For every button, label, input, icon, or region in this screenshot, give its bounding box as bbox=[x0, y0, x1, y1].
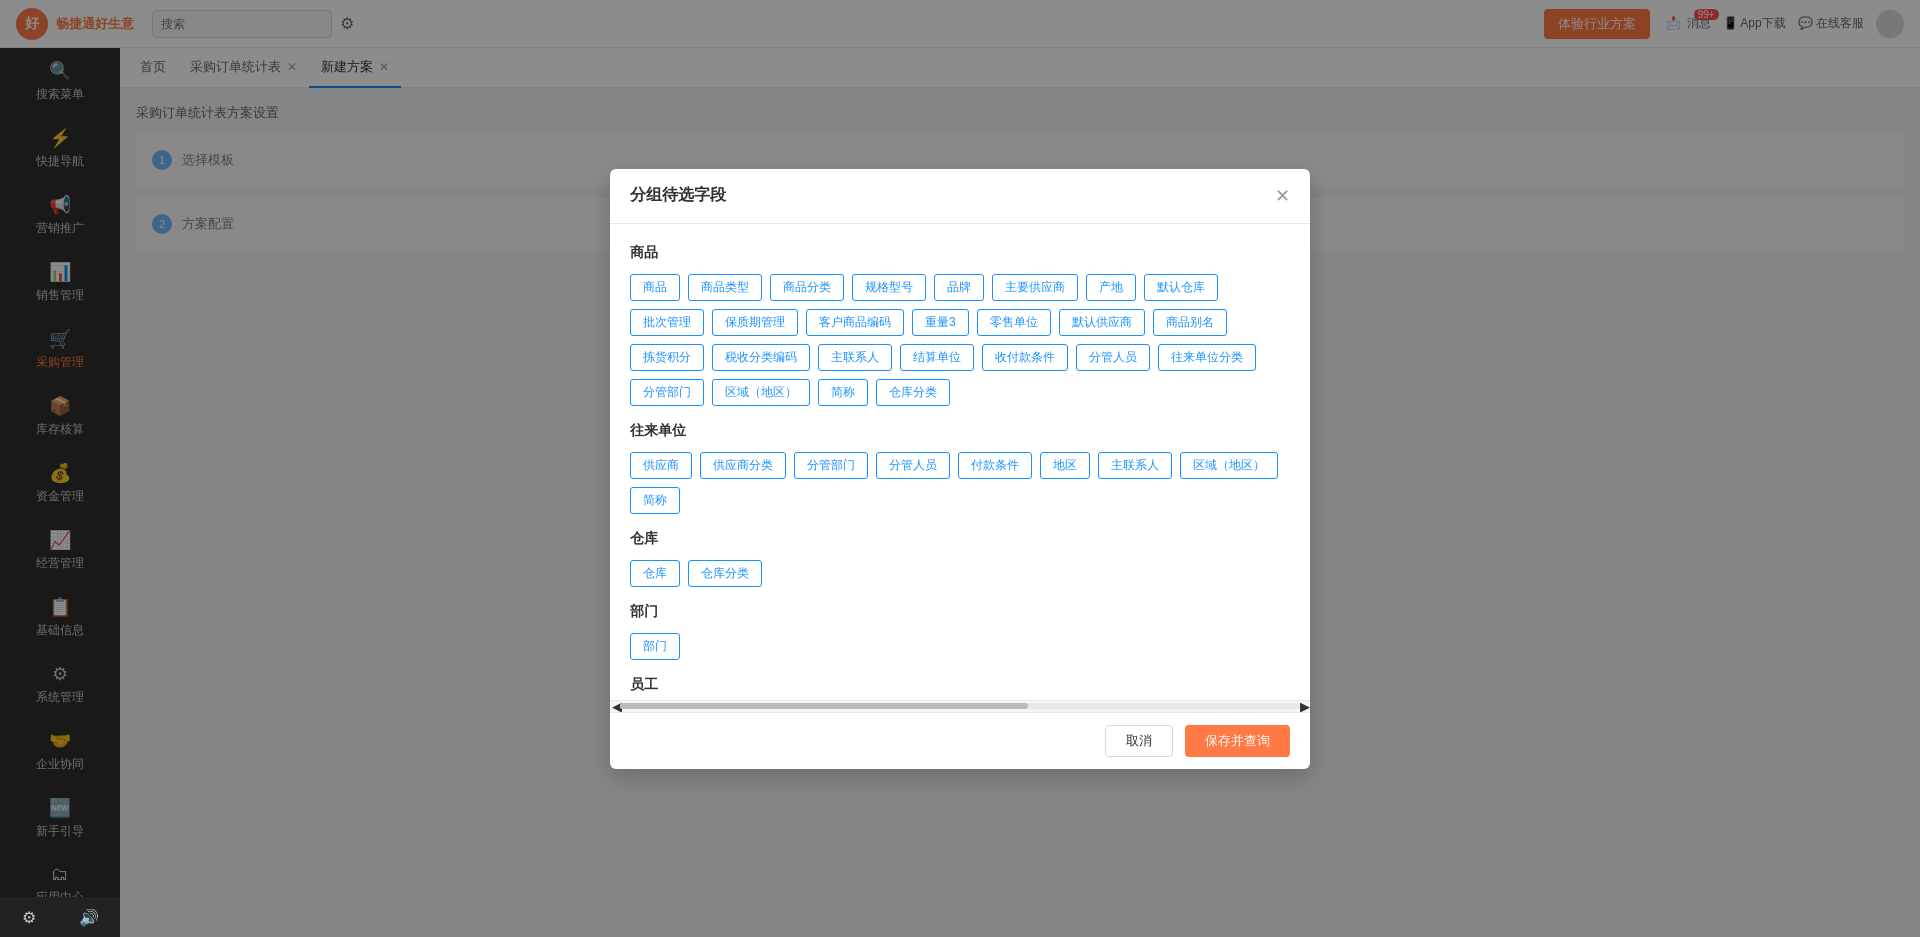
field-tag-客户商品编码[interactable]: 客户商品编码 bbox=[806, 309, 904, 336]
field-tag-拣货积分[interactable]: 拣货积分 bbox=[630, 344, 704, 371]
partner-section: 往来单位 供应商 供应商分类 分管部门 分管人员 付款条件 地区 主联系人 区域… bbox=[630, 422, 1290, 514]
scroll-thumb bbox=[620, 703, 1028, 709]
field-tag-主联系人[interactable]: 主联系人 bbox=[818, 344, 892, 371]
field-tag-供应商[interactable]: 供应商 bbox=[630, 452, 692, 479]
confirm-button[interactable]: 保存并查询 bbox=[1185, 725, 1290, 757]
product-section: 商品 商品 商品类型 商品分类 规格型号 品牌 主要供应商 产地 默认仓库 批次… bbox=[630, 244, 1290, 406]
field-tag-产地[interactable]: 产地 bbox=[1086, 274, 1136, 301]
field-tag-默认供应商[interactable]: 默认供应商 bbox=[1059, 309, 1145, 336]
field-tag-区域地区-goods[interactable]: 区域（地区） bbox=[712, 379, 810, 406]
field-tag-部门[interactable]: 部门 bbox=[630, 633, 680, 660]
bottom-bar: ⚙ 🔊 bbox=[0, 897, 120, 937]
cancel-button[interactable]: 取消 bbox=[1105, 725, 1173, 757]
field-tag-分管部门-goods[interactable]: 分管部门 bbox=[630, 379, 704, 406]
modal-header: 分组待选字段 ✕ bbox=[610, 169, 1310, 224]
modal-horizontal-scrollbar[interactable]: ◀ ▶ bbox=[610, 700, 1310, 712]
field-tag-商品[interactable]: 商品 bbox=[630, 274, 680, 301]
partner-fields: 供应商 供应商分类 分管部门 分管人员 付款条件 地区 主联系人 区域（地区） … bbox=[630, 452, 1290, 514]
field-tag-零售单位[interactable]: 零售单位 bbox=[977, 309, 1051, 336]
modal-body: 商品 商品 商品类型 商品分类 规格型号 品牌 主要供应商 产地 默认仓库 批次… bbox=[610, 224, 1310, 700]
field-tag-品牌[interactable]: 品牌 bbox=[934, 274, 984, 301]
field-tag-分管部门-partner[interactable]: 分管部门 bbox=[794, 452, 868, 479]
modal-footer: 取消 保存并查询 bbox=[610, 712, 1310, 769]
bottom-volume-icon[interactable]: 🔊 bbox=[79, 908, 99, 927]
field-tag-商品类型[interactable]: 商品类型 bbox=[688, 274, 762, 301]
scroll-track bbox=[620, 703, 1300, 709]
field-tag-往来单位分类[interactable]: 往来单位分类 bbox=[1158, 344, 1256, 371]
field-tag-主联系人-partner[interactable]: 主联系人 bbox=[1098, 452, 1172, 479]
warehouse-section: 仓库 仓库 仓库分类 bbox=[630, 530, 1290, 587]
field-tag-供应商分类[interactable]: 供应商分类 bbox=[700, 452, 786, 479]
employee-section: 员工 业务员 bbox=[630, 676, 1290, 700]
field-tag-批次管理[interactable]: 批次管理 bbox=[630, 309, 704, 336]
field-tag-仓库[interactable]: 仓库 bbox=[630, 560, 680, 587]
dept-section: 部门 部门 bbox=[630, 603, 1290, 660]
field-tag-地区[interactable]: 地区 bbox=[1040, 452, 1090, 479]
warehouse-section-title: 仓库 bbox=[630, 530, 1290, 548]
field-tag-默认仓库[interactable]: 默认仓库 bbox=[1144, 274, 1218, 301]
field-tag-规格型号[interactable]: 规格型号 bbox=[852, 274, 926, 301]
field-tag-仓库分类[interactable]: 仓库分类 bbox=[688, 560, 762, 587]
bottom-settings-icon[interactable]: ⚙ bbox=[22, 908, 36, 927]
field-tag-税收分类编码[interactable]: 税收分类编码 bbox=[712, 344, 810, 371]
modal-dialog: 分组待选字段 ✕ 商品 商品 商品类型 商品分类 规格型号 品牌 主要供应商 产… bbox=[610, 169, 1310, 769]
field-tag-主要供应商[interactable]: 主要供应商 bbox=[992, 274, 1078, 301]
field-tag-分管人员[interactable]: 分管人员 bbox=[1076, 344, 1150, 371]
modal-overlay: 分组待选字段 ✕ 商品 商品 商品类型 商品分类 规格型号 品牌 主要供应商 产… bbox=[0, 0, 1920, 937]
employee-section-title: 员工 bbox=[630, 676, 1290, 694]
modal-close-button[interactable]: ✕ bbox=[1275, 185, 1290, 207]
field-tag-重量3[interactable]: 重量3 bbox=[912, 309, 969, 336]
modal-title: 分组待选字段 bbox=[630, 185, 726, 206]
field-tag-保质期管理[interactable]: 保质期管理 bbox=[712, 309, 798, 336]
warehouse-fields: 仓库 仓库分类 bbox=[630, 560, 1290, 587]
field-tag-商品别名[interactable]: 商品别名 bbox=[1153, 309, 1227, 336]
field-tag-简称-partner[interactable]: 简称 bbox=[630, 487, 680, 514]
partner-section-title: 往来单位 bbox=[630, 422, 1290, 440]
product-fields: 商品 商品类型 商品分类 规格型号 品牌 主要供应商 产地 默认仓库 批次管理 … bbox=[630, 274, 1290, 406]
field-tag-区域地区-partner[interactable]: 区域（地区） bbox=[1180, 452, 1278, 479]
field-tag-商品分类[interactable]: 商品分类 bbox=[770, 274, 844, 301]
field-tag-结算单位[interactable]: 结算单位 bbox=[900, 344, 974, 371]
dept-section-title: 部门 bbox=[630, 603, 1290, 621]
product-section-title: 商品 bbox=[630, 244, 1290, 262]
field-tag-付款条件[interactable]: 付款条件 bbox=[958, 452, 1032, 479]
field-tag-简称-goods[interactable]: 简称 bbox=[818, 379, 868, 406]
field-tag-分管人员-partner[interactable]: 分管人员 bbox=[876, 452, 950, 479]
dept-fields: 部门 bbox=[630, 633, 1290, 660]
field-tag-收付款条件[interactable]: 收付款条件 bbox=[982, 344, 1068, 371]
field-tag-仓库分类-goods[interactable]: 仓库分类 bbox=[876, 379, 950, 406]
